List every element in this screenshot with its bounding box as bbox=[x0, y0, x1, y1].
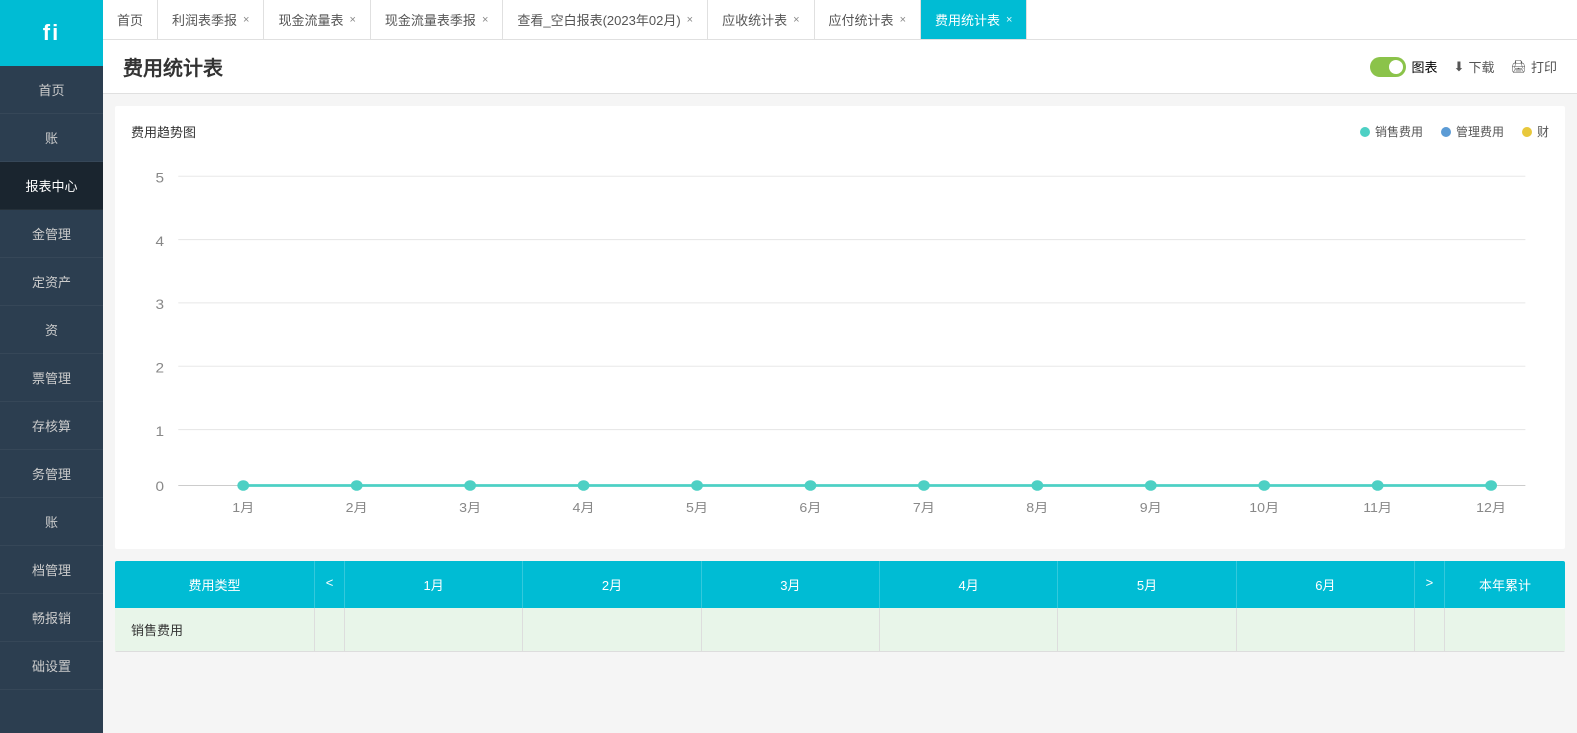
content-area: 费用趋势图 销售费用 管理费用 财 bbox=[103, 94, 1577, 733]
svg-text:3月: 3月 bbox=[459, 501, 481, 515]
legend-dot-sales bbox=[1360, 127, 1370, 137]
td-total bbox=[1445, 608, 1565, 651]
chart-toggle-label: 图表 bbox=[1412, 57, 1438, 76]
sidebar-item-assets[interactable]: 定资产 bbox=[0, 258, 103, 306]
page-title: 费用统计表 bbox=[123, 52, 223, 81]
td-month-1 bbox=[345, 608, 523, 651]
sidebar-item-capital[interactable]: 资 bbox=[0, 306, 103, 354]
sidebar-item-home[interactable]: 首页 bbox=[0, 66, 103, 114]
table-row: 销售费用 bbox=[115, 608, 1565, 652]
tab-payable[interactable]: 应付统计表 × bbox=[815, 0, 921, 39]
page-header: 费用统计表 图表 ⬇ 下载 🖨 打印 bbox=[103, 40, 1577, 94]
th-month-6: 6月 bbox=[1237, 561, 1415, 608]
sidebar-item-affairs[interactable]: 务管理 bbox=[0, 450, 103, 498]
chart-legend: 销售费用 管理费用 财 bbox=[1360, 123, 1549, 140]
download-icon: ⬇ bbox=[1454, 59, 1465, 75]
legend-label-management: 管理费用 bbox=[1456, 123, 1504, 140]
sidebar-item-expense[interactable]: 畅报销 bbox=[0, 594, 103, 642]
svg-text:7月: 7月 bbox=[913, 501, 935, 515]
tab-receivable[interactable]: 应收统计表 × bbox=[708, 0, 814, 39]
tab-close-icon[interactable]: × bbox=[349, 14, 355, 26]
legend-financial: 财 bbox=[1522, 123, 1549, 140]
chart-title: 费用趋势图 bbox=[131, 122, 196, 141]
th-month-1: 1月 bbox=[345, 561, 523, 608]
sidebar-item-account[interactable]: 账 bbox=[0, 114, 103, 162]
legend-dot-management bbox=[1441, 127, 1451, 137]
chart-toggle[interactable] bbox=[1370, 57, 1406, 77]
svg-text:9月: 9月 bbox=[1140, 501, 1162, 515]
table-header-row: 费用类型 < 1月 2月 3月 4月 5月 6月 > 本年累计 bbox=[115, 561, 1565, 608]
svg-text:8月: 8月 bbox=[1026, 501, 1048, 515]
th-type: 费用类型 bbox=[115, 561, 315, 608]
td-nav-prev bbox=[315, 608, 345, 651]
th-total: 本年累计 bbox=[1445, 561, 1565, 608]
svg-text:5月: 5月 bbox=[686, 501, 708, 515]
legend-label-sales: 销售费用 bbox=[1375, 123, 1423, 140]
legend-label-financial: 财 bbox=[1537, 123, 1549, 140]
th-prev-nav[interactable]: < bbox=[315, 561, 345, 608]
tab-cashflow-quarterly[interactable]: 现金流量表季报 × bbox=[371, 0, 503, 39]
td-month-2 bbox=[523, 608, 701, 651]
th-month-4: 4月 bbox=[880, 561, 1058, 608]
tab-expense-stats[interactable]: 费用统计表 × bbox=[921, 0, 1027, 39]
svg-text:4: 4 bbox=[156, 235, 165, 250]
chart-header: 费用趋势图 销售费用 管理费用 财 bbox=[131, 122, 1549, 141]
tab-close-icon[interactable]: × bbox=[1006, 14, 1012, 26]
chart-toggle-wrap: 图表 bbox=[1370, 57, 1438, 77]
chart-svg: 5 4 3 2 1 0 bbox=[131, 153, 1549, 533]
sidebar-item-ledger[interactable]: 账 bbox=[0, 498, 103, 546]
svg-text:4月: 4月 bbox=[573, 501, 595, 515]
th-next-nav[interactable]: > bbox=[1415, 561, 1445, 608]
tab-close-icon[interactable]: × bbox=[482, 14, 488, 26]
svg-text:10月: 10月 bbox=[1249, 501, 1279, 515]
sidebar-logo: fi bbox=[0, 0, 103, 66]
sidebar-item-archive[interactable]: 档管理 bbox=[0, 546, 103, 594]
print-button[interactable]: 🖨 打印 bbox=[1510, 57, 1557, 76]
td-month-4 bbox=[880, 608, 1058, 651]
td-month-5 bbox=[1058, 608, 1236, 651]
td-month-3 bbox=[702, 608, 880, 651]
table-section: 费用类型 < 1月 2月 3月 4月 5月 6月 > 本年累计 销售费用 bbox=[115, 561, 1565, 652]
svg-text:1月: 1月 bbox=[232, 501, 254, 515]
tab-close-icon[interactable]: × bbox=[243, 14, 249, 26]
svg-text:2月: 2月 bbox=[346, 501, 368, 515]
td-month-6 bbox=[1237, 608, 1415, 651]
svg-text:3: 3 bbox=[156, 298, 165, 313]
th-month-5: 5月 bbox=[1058, 561, 1236, 608]
legend-dot-financial bbox=[1522, 127, 1532, 137]
download-button[interactable]: ⬇ 下载 bbox=[1454, 57, 1495, 76]
tab-close-icon[interactable]: × bbox=[793, 14, 799, 26]
tab-bar: 首页 利润表季报 × 现金流量表 × 现金流量表季报 × 查看_空白报表(202… bbox=[103, 0, 1577, 40]
svg-text:2: 2 bbox=[156, 361, 165, 376]
main-content: 首页 利润表季报 × 现金流量表 × 现金流量表季报 × 查看_空白报表(202… bbox=[103, 0, 1577, 733]
th-month-3: 3月 bbox=[702, 561, 880, 608]
tab-close-icon[interactable]: × bbox=[900, 14, 906, 26]
th-month-2: 2月 bbox=[523, 561, 701, 608]
td-nav-next bbox=[1415, 608, 1445, 651]
sidebar-item-reports[interactable]: 报表中心 bbox=[0, 162, 103, 210]
svg-text:11月: 11月 bbox=[1363, 501, 1392, 515]
svg-text:1: 1 bbox=[156, 425, 165, 440]
svg-text:5: 5 bbox=[156, 171, 165, 186]
sidebar: fi 首页 账 报表中心 金管理 定资产 资 票管理 存核算 务管理 账 档管理… bbox=[0, 0, 103, 733]
legend-sales: 销售费用 bbox=[1360, 123, 1423, 140]
chart-section: 费用趋势图 销售费用 管理费用 财 bbox=[115, 106, 1565, 549]
sidebar-item-settings[interactable]: 础设置 bbox=[0, 642, 103, 690]
sidebar-item-inventory[interactable]: 存核算 bbox=[0, 402, 103, 450]
svg-text:0: 0 bbox=[156, 479, 165, 494]
legend-management: 管理费用 bbox=[1441, 123, 1504, 140]
svg-text:12月: 12月 bbox=[1476, 501, 1506, 515]
chart-container: 5 4 3 2 1 0 bbox=[131, 153, 1549, 533]
sidebar-item-invoice[interactable]: 票管理 bbox=[0, 354, 103, 402]
header-actions: 图表 ⬇ 下载 🖨 打印 bbox=[1370, 57, 1557, 77]
tab-close-icon[interactable]: × bbox=[687, 14, 693, 26]
print-icon: 🖨 bbox=[1510, 59, 1527, 75]
tab-profit-quarterly[interactable]: 利润表季报 × bbox=[158, 0, 264, 39]
td-type-sales: 销售费用 bbox=[115, 608, 315, 651]
sidebar-item-finance[interactable]: 金管理 bbox=[0, 210, 103, 258]
svg-text:6月: 6月 bbox=[799, 501, 821, 515]
tab-home[interactable]: 首页 bbox=[103, 0, 158, 39]
tab-cashflow[interactable]: 现金流量表 × bbox=[264, 0, 370, 39]
tab-blank-report[interactable]: 查看_空白报表(2023年02月) × bbox=[503, 0, 708, 39]
